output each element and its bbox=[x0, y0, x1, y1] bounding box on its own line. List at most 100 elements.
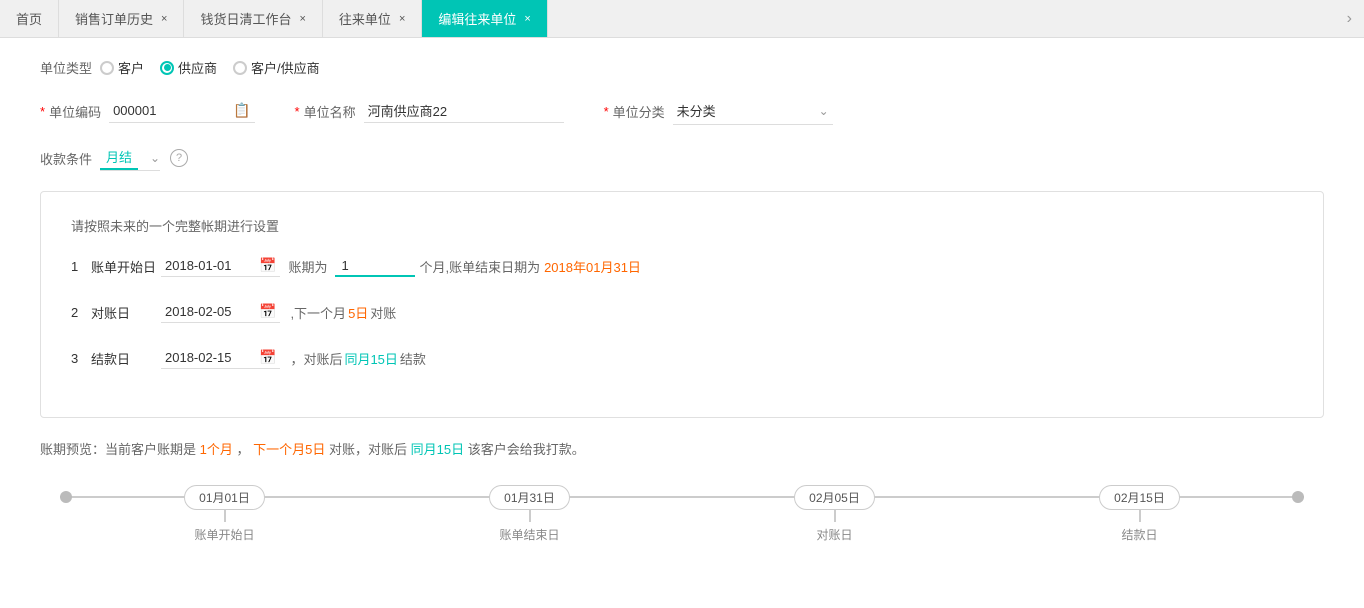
payment-condition-label: 收款条件 bbox=[40, 149, 92, 168]
tab-partner-unit[interactable]: 往来单位 × bbox=[323, 0, 422, 37]
radio-both-label: 客户/供应商 bbox=[251, 58, 320, 77]
unit-code-copy-icon[interactable]: 📋 bbox=[229, 102, 254, 119]
timeline-sublabel-2: 账单结束日 bbox=[499, 526, 559, 543]
row-3-date-input[interactable] bbox=[165, 350, 255, 365]
radio-group: 客户 供应商 客户/供应商 bbox=[100, 58, 320, 77]
row-3-suffix-main: 结款 bbox=[400, 349, 426, 368]
unit-category-group: * 单位分类 未分类 ⌄ bbox=[604, 97, 833, 125]
section-hint: 请按照未来的一个完整帐期进行设置 bbox=[71, 216, 1293, 235]
unit-category-arrow-icon: ⌄ bbox=[819, 104, 829, 118]
timeline-connector-4 bbox=[1139, 510, 1141, 522]
row-3-calendar-icon[interactable]: 📅 bbox=[259, 349, 276, 366]
tab-edit-partner[interactable]: 编辑往来单位 × bbox=[422, 0, 547, 37]
tab-edit-partner-label: 编辑往来单位 bbox=[438, 9, 516, 28]
unit-category-select[interactable]: 未分类 ⌄ bbox=[673, 97, 833, 125]
timeline-node-1: 01月01日 账单开始日 bbox=[72, 485, 377, 543]
unit-name-label: 单位名称 bbox=[304, 102, 356, 121]
tab-sales-history-label: 销售订单历史 bbox=[75, 9, 153, 28]
preview-mid: 对账，对账后 bbox=[329, 442, 407, 457]
unit-name-input[interactable] bbox=[364, 99, 564, 123]
unit-category-label: 单位分类 bbox=[613, 102, 665, 121]
row-2-suffix-main: 对账 bbox=[370, 303, 396, 322]
tab-partner-unit-label: 往来单位 bbox=[339, 9, 391, 28]
radio-supplier-label: 供应商 bbox=[178, 58, 217, 77]
tab-bar: 首页 销售订单历史 × 钱货日清工作台 × 往来单位 × 编辑往来单位 × › bbox=[0, 0, 1364, 38]
timeline-end bbox=[1292, 485, 1304, 533]
timeline-label-3: 02月05日 bbox=[794, 485, 875, 510]
unit-info-row: * 单位编码 📋 * 单位名称 * 单位分类 未分类 ⌄ bbox=[40, 97, 1324, 125]
row-1-period-label: 账期为 bbox=[288, 257, 327, 276]
unit-name-star: * bbox=[295, 104, 300, 119]
preview-period-1: 1个月 bbox=[200, 442, 233, 457]
row-3-highlight: 同月15日 bbox=[344, 349, 397, 368]
unit-code-label: 单位编码 bbox=[49, 102, 101, 121]
unit-category-value: 未分类 bbox=[677, 101, 813, 120]
timeline-sublabel-3: 对账日 bbox=[816, 526, 852, 543]
tab-bar-arrow[interactable]: › bbox=[1335, 10, 1364, 28]
timeline-node-3: 02月05日 对账日 bbox=[682, 485, 987, 543]
setting-row-3: 3 结款日 📅 ，对账后 同月15日 结款 bbox=[71, 347, 1293, 369]
tab-partner-unit-close[interactable]: × bbox=[399, 13, 405, 25]
radio-supplier[interactable]: 供应商 bbox=[160, 58, 217, 77]
row-2-suffix-pre-text: ,下一个月 bbox=[290, 303, 346, 322]
radio-both-circle bbox=[233, 61, 247, 75]
row-3-suffix-pre: ，对账后 bbox=[290, 349, 342, 368]
timeline-connector-3 bbox=[834, 510, 836, 522]
radio-customer-circle bbox=[100, 61, 114, 75]
unit-code-star: * bbox=[40, 104, 45, 119]
row-1-date-input[interactable] bbox=[165, 258, 255, 273]
preview-sep1: ， bbox=[237, 442, 250, 457]
radio-supplier-circle bbox=[160, 61, 174, 75]
preview-period-3: 同月15日 bbox=[411, 442, 464, 457]
settings-section: 请按照未来的一个完整帐期进行设置 1 账单开始日 📅 账期为 个月,账单结束日期… bbox=[40, 191, 1324, 418]
row-1-key: 账单开始日 bbox=[91, 257, 161, 276]
setting-row-2: 2 对账日 📅 ,下一个月5日 对账 bbox=[71, 301, 1293, 323]
timeline-node-4: 02月15日 结款日 bbox=[987, 485, 1292, 543]
tab-cash-work[interactable]: 钱货日清工作台 × bbox=[184, 0, 322, 37]
payment-condition-row: 收款条件 月结 ⌄ ? bbox=[40, 145, 1324, 171]
timeline-connector-1 bbox=[224, 510, 226, 522]
timeline-label-2: 01月31日 bbox=[489, 485, 570, 510]
preview-prefix: 账期预览：当前客户账期是 bbox=[40, 442, 196, 457]
timeline-start-dot bbox=[60, 491, 72, 503]
radio-customer[interactable]: 客户 bbox=[100, 58, 144, 77]
unit-type-group: 单位类型 客户 供应商 客户/供应商 bbox=[40, 58, 320, 77]
timeline-label-4: 02月15日 bbox=[1099, 485, 1180, 510]
radio-both[interactable]: 客户/供应商 bbox=[233, 58, 320, 77]
row-2-num: 2 bbox=[71, 305, 91, 320]
payment-condition-group: 收款条件 月结 ⌄ ? bbox=[40, 145, 188, 171]
row-1-period-unit: 个月,账单结束日期为 bbox=[419, 257, 540, 276]
row-1-num: 1 bbox=[71, 259, 91, 274]
tab-edit-partner-close[interactable]: × bbox=[524, 13, 530, 25]
row-2-date-input[interactable] bbox=[165, 304, 255, 319]
preview-text: 账期预览：当前客户账期是 1个月 ， 下一个月5日 对账，对账后 同月15日 该… bbox=[40, 438, 1324, 461]
payment-condition-arrow-icon[interactable]: ⌄ bbox=[150, 151, 160, 165]
timeline-end-dot bbox=[1292, 491, 1304, 503]
setting-row-1: 1 账单开始日 📅 账期为 个月,账单结束日期为 2018年01月31日 bbox=[71, 255, 1293, 277]
tab-home[interactable]: 首页 bbox=[0, 0, 59, 37]
row-2-key: 对账日 bbox=[91, 303, 161, 322]
row-1-calendar-icon[interactable]: 📅 bbox=[259, 257, 276, 274]
unit-name-group: * 单位名称 bbox=[295, 99, 564, 123]
timeline-label-1: 01月01日 bbox=[184, 485, 265, 510]
tab-cash-work-label: 钱货日清工作台 bbox=[200, 9, 291, 28]
timeline-node-2: 01月31日 账单结束日 bbox=[377, 485, 682, 543]
radio-customer-label: 客户 bbox=[118, 58, 144, 77]
unit-code-group: * 单位编码 📋 bbox=[40, 99, 255, 123]
tab-cash-work-close[interactable]: × bbox=[299, 13, 305, 25]
unit-code-input[interactable] bbox=[109, 99, 229, 122]
tab-sales-history[interactable]: 销售订单历史 × bbox=[59, 0, 184, 37]
row-2-calendar-icon[interactable]: 📅 bbox=[259, 303, 276, 320]
tab-sales-history-close[interactable]: × bbox=[161, 13, 167, 25]
row-1-period-end: 2018年01月31日 bbox=[544, 257, 641, 276]
timeline-connector-2 bbox=[529, 510, 531, 522]
row-2-highlight: 5日 bbox=[348, 303, 368, 322]
unit-code-input-wrapper: 📋 bbox=[109, 99, 254, 123]
row-2-date-wrapper: 📅 bbox=[161, 301, 280, 323]
content-area: 单位类型 客户 供应商 客户/供应商 * 单位编码 bbox=[0, 38, 1364, 608]
row-1-period-input[interactable] bbox=[335, 256, 415, 277]
payment-condition-help-icon[interactable]: ? bbox=[170, 149, 188, 167]
row-3-date-wrapper: 📅 bbox=[161, 347, 280, 369]
payment-condition-select-wrapper: 月结 ⌄ bbox=[100, 145, 160, 171]
unit-type-label: 单位类型 bbox=[40, 58, 92, 77]
